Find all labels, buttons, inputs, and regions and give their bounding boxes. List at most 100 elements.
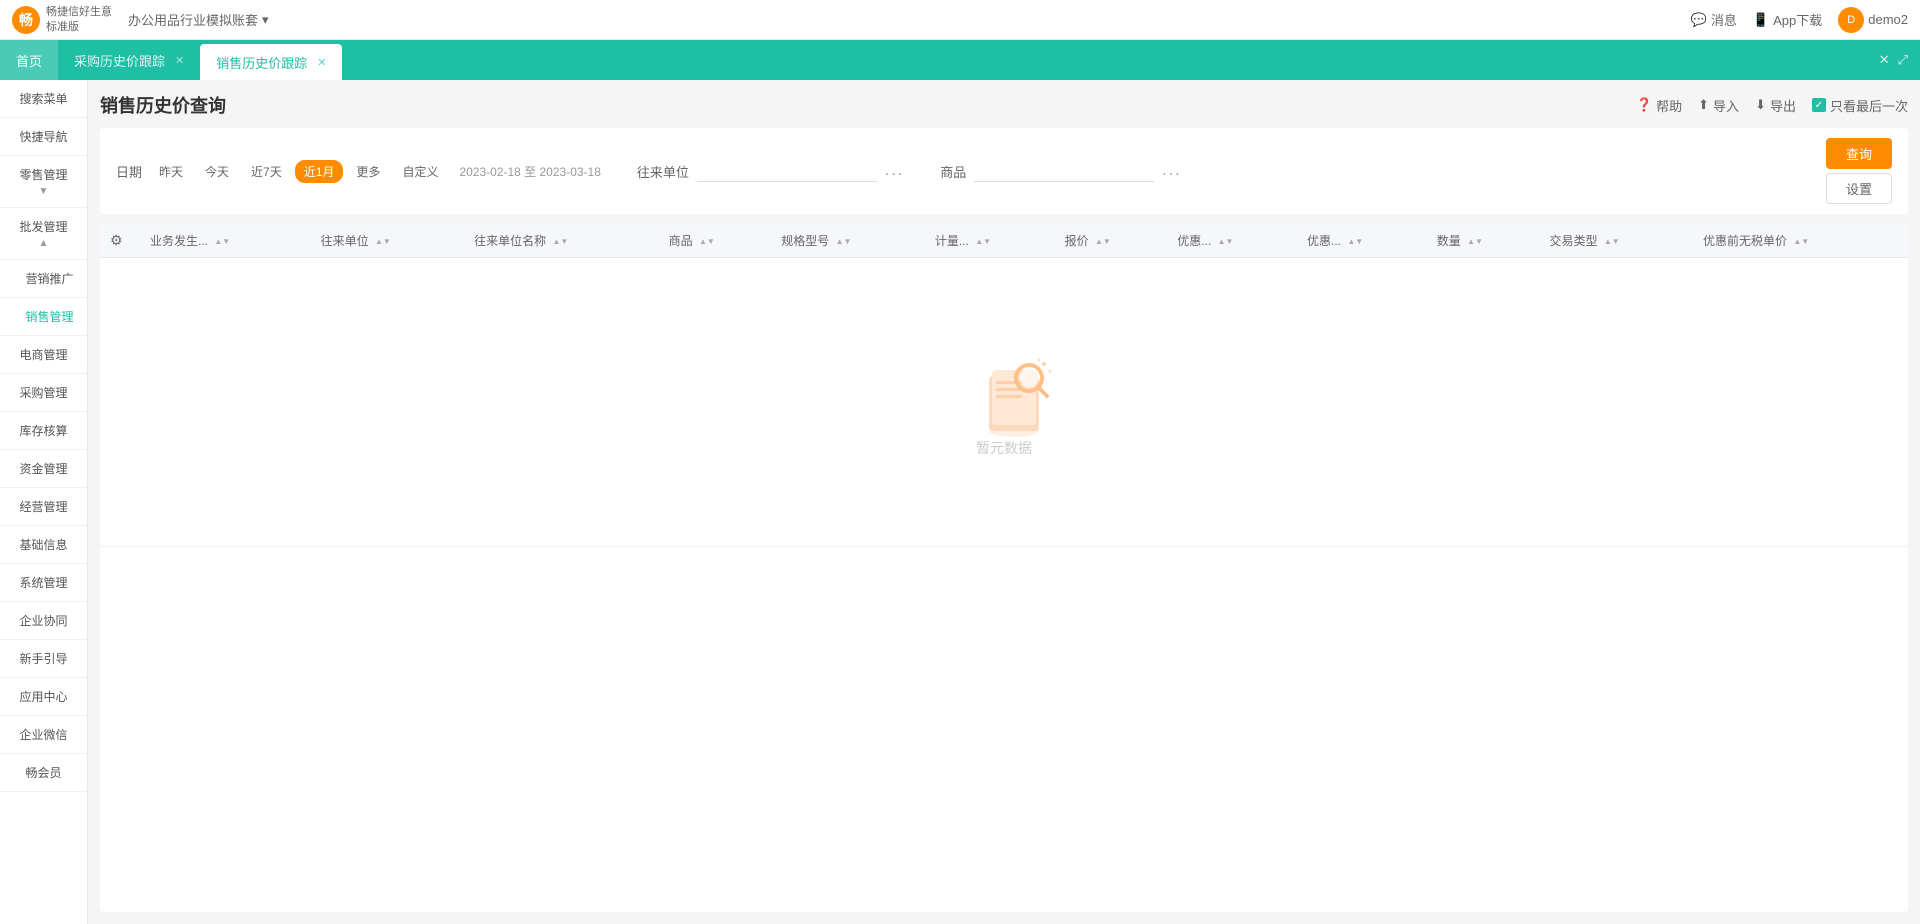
sidebar-item-search-menu[interactable]: 搜索菜单 [0, 80, 87, 118]
sidebar-item-new-guide[interactable]: 新手引导 [0, 640, 87, 678]
filter-buttons: 查询 设置 [1826, 138, 1892, 204]
sort-arrows-partner-name[interactable]: ▲▼ [553, 237, 569, 246]
product-filter-label: 商品 [940, 162, 966, 181]
table-col-qty: 数量 ▲▼ [1427, 224, 1540, 258]
sort-arrows-discount1[interactable]: ▲▼ [1218, 237, 1234, 246]
search-menu-label: 搜索菜单 [19, 90, 67, 107]
import-button[interactable]: ⬆ 导入 [1698, 96, 1739, 115]
sidebar-item-quick-nav[interactable]: 快捷导航 [0, 118, 87, 156]
sidebar-item-operations-mgmt[interactable]: 经营管理 [0, 488, 87, 526]
user-profile-button[interactable]: D demo2 [1838, 7, 1908, 33]
date-btn-today[interactable]: 今天 [196, 160, 238, 183]
export-icon: ⬇ [1755, 97, 1766, 113]
sidebar-item-wholesale-mgmt[interactable]: 批发管理 ▲ [0, 208, 87, 260]
sort-arrows-discount2[interactable]: ▲▼ [1347, 237, 1363, 246]
help-button[interactable]: ❓ 帮助 [1636, 96, 1682, 115]
partner-filter-dots[interactable]: ... [885, 162, 904, 180]
tab-purchase-history-close[interactable]: ✕ [175, 54, 184, 67]
message-button[interactable]: 💬 消息 [1691, 10, 1737, 29]
table-body: 暂元数据 [100, 258, 1908, 547]
sort-arrows-trade-type[interactable]: ▲▼ [1604, 237, 1620, 246]
sidebar-item-retail-mgmt[interactable]: 零售管理 ▼ [0, 156, 87, 208]
sidebar-item-member[interactable]: 畅会员 [0, 754, 87, 792]
empty-svg [964, 346, 1064, 446]
sidebar-item-funds-mgmt[interactable]: 资金管理 [0, 450, 87, 488]
tab-home-label: 首页 [16, 51, 42, 70]
tab-purchase-history[interactable]: 采购历史价跟踪 ✕ [58, 40, 200, 80]
page-title: 销售历史价查询 [100, 92, 226, 118]
top-bar-left: 畅 畅捷信好生意 标准版 办公用品行业模拟账套 ▾ [12, 5, 277, 34]
data-table: ⚙ 业务发生... ▲▼ 往来单位 ▲▼ 往来单位名称 ▲▼ [100, 224, 1908, 547]
date-btn-last1m[interactable]: 近1月 [295, 160, 344, 183]
sales-mgmt-label: 销售管理 [25, 308, 73, 325]
tab-home[interactable]: 首页 [0, 40, 58, 80]
enterprise-wechat-label: 企业微信 [19, 726, 67, 743]
sort-arrows-biz-date[interactable]: ▲▼ [214, 237, 230, 246]
sidebar-item-basic-info[interactable]: 基础信息 [0, 526, 87, 564]
app-selector[interactable]: 办公用品行业模拟账套 ▾ [120, 6, 277, 33]
empty-illustration [964, 346, 1044, 426]
table-header-row: ⚙ 业务发生... ▲▼ 往来单位 ▲▼ 往来单位名称 ▲▼ [100, 224, 1908, 258]
date-btn-more[interactable]: 更多 [347, 160, 389, 183]
partner-filter-group: 往来单位 ... [637, 160, 904, 182]
sidebar-item-inventory-check[interactable]: 库存核算 [0, 412, 87, 450]
top-bar: 畅 畅捷信好生意 标准版 办公用品行业模拟账套 ▾ 💬 消息 📱 App下载 D… [0, 0, 1920, 40]
chevron-up-icon-wholesale: ▲ [39, 238, 49, 249]
product-filter-dots[interactable]: ... [1162, 162, 1181, 180]
retail-mgmt-label: 零售管理 [19, 166, 67, 183]
purchase-mgmt-label: 采购管理 [19, 384, 67, 401]
product-filter-input[interactable] [974, 160, 1154, 182]
sort-arrows-qty[interactable]: ▲▼ [1467, 237, 1483, 246]
wholesale-mgmt-label: 批发管理 [19, 218, 67, 235]
sort-arrows-pre-tax-price[interactable]: ▲▼ [1793, 237, 1809, 246]
funds-mgmt-label: 资金管理 [19, 460, 67, 477]
date-filter-group: 日期 昨天 今天 近7天 近1月 更多 自定义 2023-02-18 至 202… [116, 160, 601, 183]
inventory-check-label: 库存核算 [19, 422, 67, 439]
query-button[interactable]: 查询 [1826, 138, 1892, 169]
sidebar-item-enterprise-collab[interactable]: 企业协同 [0, 602, 87, 640]
table-col-settings: ⚙ [100, 224, 140, 258]
sidebar-item-marketing-promo[interactable]: 营销推广 [0, 260, 87, 298]
maximize-icon[interactable]: ⤢ [1898, 52, 1908, 68]
sidebar-item-ecommerce-mgmt[interactable]: 电商管理 [0, 336, 87, 374]
table-col-partner-name: 往来单位名称 ▲▼ [464, 224, 658, 258]
sort-arrows-product[interactable]: ▲▼ [699, 237, 715, 246]
date-btn-custom[interactable]: 自定义 [393, 160, 447, 183]
sort-arrows-unit[interactable]: ▲▼ [975, 237, 991, 246]
sidebar-item-sales-mgmt[interactable]: 销售管理 [0, 298, 87, 336]
partner-filter-label: 往来单位 [637, 162, 689, 181]
enterprise-collab-label: 企业协同 [19, 612, 67, 629]
new-guide-label: 新手引导 [19, 650, 67, 667]
page-actions: ❓ 帮助 ⬆ 导入 ⬇ 导出 ✓ 只看最后一次 [1636, 96, 1908, 115]
sidebar-item-purchase-mgmt[interactable]: 采购管理 [0, 374, 87, 412]
table-col-product: 商品 ▲▼ [659, 224, 772, 258]
date-btn-last7[interactable]: 近7天 [242, 160, 291, 183]
ecommerce-mgmt-label: 电商管理 [19, 346, 67, 363]
sort-arrows-quote[interactable]: ▲▼ [1095, 237, 1111, 246]
table-col-discount1: 优惠... ▲▼ [1167, 224, 1297, 258]
message-icon: 💬 [1691, 12, 1707, 28]
sidebar-item-app-center[interactable]: 应用中心 [0, 678, 87, 716]
sort-arrows-partner-code[interactable]: ▲▼ [375, 237, 391, 246]
content-area: 销售历史价查询 ❓ 帮助 ⬆ 导入 ⬇ 导出 ✓ 只看最后一次 [88, 80, 1920, 924]
app-download-button[interactable]: 📱 App下载 [1753, 10, 1822, 29]
date-range-display: 2023-02-18 至 2023-03-18 [459, 163, 600, 180]
tab-sales-history[interactable]: 销售历史价跟踪 ✕ [200, 44, 342, 80]
sort-arrows-spec[interactable]: ▲▼ [836, 237, 852, 246]
table-settings-icon[interactable]: ⚙ [110, 232, 123, 248]
sidebar-item-enterprise-wechat[interactable]: 企业微信 [0, 716, 87, 754]
export-button[interactable]: ⬇ 导出 [1755, 96, 1796, 115]
filter-area: 日期 昨天 今天 近7天 近1月 更多 自定义 2023-02-18 至 202… [100, 128, 1908, 214]
partner-filter-input[interactable] [697, 160, 877, 182]
empty-state: 暂元数据 [110, 266, 1898, 538]
empty-state-cell: 暂元数据 [100, 258, 1908, 547]
tab-sales-history-close[interactable]: ✕ [317, 56, 326, 69]
date-btn-yesterday[interactable]: 昨天 [150, 160, 192, 183]
tab-bar: 首页 采购历史价跟踪 ✕ 销售历史价跟踪 ✕ ✕ ⤢ [0, 40, 1920, 80]
table-col-biz-date: 业务发生... ▲▼ [140, 224, 311, 258]
only-last-checkbox[interactable]: ✓ 只看最后一次 [1812, 96, 1908, 115]
sidebar-item-system-mgmt[interactable]: 系统管理 [0, 564, 87, 602]
settings-button[interactable]: 设置 [1826, 173, 1892, 204]
close-window-icon[interactable]: ✕ [1879, 52, 1890, 68]
system-mgmt-label: 系统管理 [19, 574, 67, 591]
